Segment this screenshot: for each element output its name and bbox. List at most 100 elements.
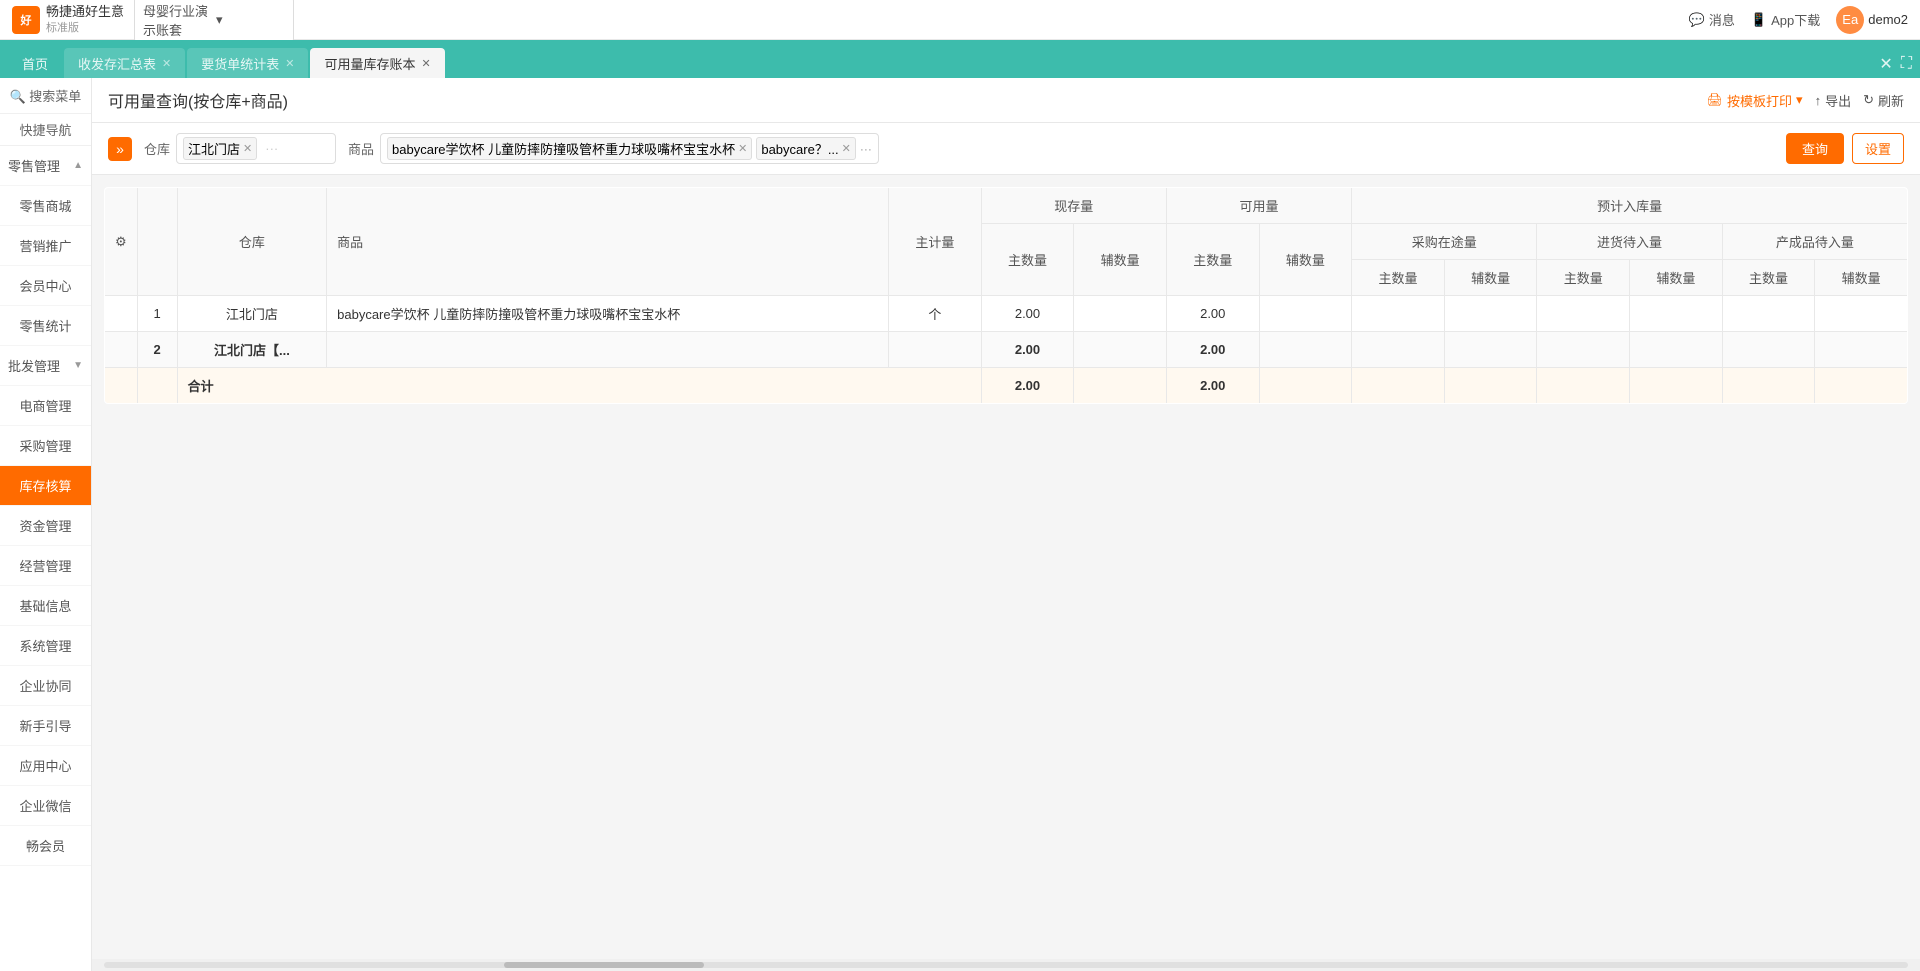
sidebar-item-member[interactable]: 会员中心 <box>0 266 91 306</box>
total-avail-main: 2.00 <box>1166 368 1259 404</box>
subtotal-pur-aux <box>1444 332 1537 368</box>
refresh-icon: ↻ <box>1863 92 1874 108</box>
tab-available-stock-close[interactable]: ✕ <box>422 57 431 70</box>
subtotal-current-main: 2.00 <box>981 332 1074 368</box>
sidebar-item-new-guide[interactable]: 新手引导 <box>0 706 91 746</box>
sidebar-item-system[interactable]: 系统管理 <box>0 626 91 666</box>
sidebar-item-operations[interactable]: 经营管理 <box>0 546 91 586</box>
setting-btn[interactable]: 设置 <box>1852 133 1904 164</box>
th-prod-main: 主数量 <box>1722 260 1815 296</box>
export-icon: ↑ <box>1815 93 1822 108</box>
scrollbar-thumb[interactable] <box>504 962 704 968</box>
th-production: 产成品待入量 <box>1722 224 1907 260</box>
subtotal-current-aux <box>1074 332 1167 368</box>
tab-bar: 首页 收发存汇总表 ✕ 要货单统计表 ✕ 可用量库存账本 ✕ ✕ ⛶ <box>0 40 1920 78</box>
search-icon: 🔍 <box>10 89 26 104</box>
expand-filter-btn[interactable]: » <box>108 137 132 161</box>
sidebar-item-corp-wechat[interactable]: 企业微信 <box>0 786 91 826</box>
sidebar-item-member2[interactable]: 畅会员 <box>0 826 91 866</box>
print-btn[interactable]: 🖨 按模板打印 ▾ <box>1707 91 1803 110</box>
chevron-up-icon: ▲ <box>73 160 83 171</box>
subtotal-warehouse: 江北门店【... <box>177 332 326 368</box>
export-btn[interactable]: ↑ 导出 <box>1815 91 1852 110</box>
print-dropdown-icon: ▾ <box>1796 92 1803 108</box>
tab-income-close[interactable]: ✕ <box>162 57 171 70</box>
row-incoming-aux <box>1630 296 1723 332</box>
sidebar-item-finance[interactable]: 资金管理 <box>0 506 91 546</box>
th-no <box>137 188 177 296</box>
tab-order-stat-close[interactable]: ✕ <box>285 57 294 70</box>
message-btn[interactable]: 💬 消息 <box>1689 10 1735 29</box>
horizontal-scrollbar[interactable] <box>92 959 1920 971</box>
subtotal-row: 2 江北门店【... 2.00 2.00 <box>105 332 1908 368</box>
app-download-btn[interactable]: 📱 App下载 <box>1751 10 1820 29</box>
subtotal-avail-aux <box>1259 332 1352 368</box>
th-prod-aux: 辅数量 <box>1815 260 1908 296</box>
app-icon: 📱 <box>1751 12 1767 28</box>
logo-text: 畅捷通好生意 标准版 <box>46 4 124 35</box>
total-pur-main <box>1352 368 1445 404</box>
product-tag1-close[interactable]: ✕ <box>738 142 747 155</box>
tab-expand-btn[interactable]: ⛶ <box>1901 55 1912 73</box>
inventory-table: ⚙ 仓库 商品 主计量 现存量 可用量 预计入库量 主数量 辅数量 主数量 辅数… <box>104 187 1908 404</box>
sidebar-menu: 零售管理 ▲ 零售商城 营销推广 会员中心 零售统计 批发管理 ▼ 电商管理 <box>0 146 91 866</box>
sidebar-item-app-center[interactable]: 应用中心 <box>0 746 91 786</box>
product-tag-2: babycare？... ✕ <box>756 137 856 160</box>
row-prod-aux <box>1815 296 1908 332</box>
sidebar-quick-nav[interactable]: 快捷导航 <box>0 114 91 146</box>
filter-ellipsis: ··· <box>261 141 282 156</box>
message-icon: 💬 <box>1689 12 1705 28</box>
sidebar-item-retail-stat[interactable]: 零售统计 <box>0 306 91 346</box>
page-header: 可用量查询(按仓库+商品) 🖨 按模板打印 ▾ ↑ 导出 ↻ 刷新 <box>92 78 1920 123</box>
sidebar-item-enterprise[interactable]: 企业协同 <box>0 666 91 706</box>
th-incoming-aux: 辅数量 <box>1630 260 1723 296</box>
subtotal-unit <box>889 332 982 368</box>
total-settings <box>105 368 138 404</box>
product-tag-1: babycare学饮杯 儿童防摔防撞吸管杯重力球吸嘴杯宝宝水杯 ✕ <box>387 137 752 160</box>
top-header: 好 畅捷通好生意 标准版 母婴行业演示账套 ▾ 💬 消息 📱 App下载 Ea … <box>0 0 1920 40</box>
row-product: babycare学饮杯 儿童防摔防撞吸管杯重力球吸嘴杯宝宝水杯 <box>327 296 889 332</box>
th-main-unit: 主计量 <box>889 188 982 296</box>
query-btn[interactable]: 查询 <box>1786 133 1844 164</box>
sidebar-item-ecommerce[interactable]: 电商管理 <box>0 386 91 426</box>
sidebar-item-retail-mall[interactable]: 零售商城 <box>0 186 91 226</box>
sidebar-item-purchase[interactable]: 采购管理 <box>0 426 91 466</box>
scrollbar-track <box>104 962 1908 968</box>
th-warehouse: 仓库 <box>177 188 326 296</box>
sidebar-item-inventory[interactable]: 库存核算 <box>0 466 91 506</box>
logo-area: 好 畅捷通好生意 标准版 <box>12 4 124 35</box>
product-filter-tags[interactable]: babycare学饮杯 儿童防摔防撞吸管杯重力球吸嘴杯宝宝水杯 ✕ babyca… <box>380 133 879 164</box>
store-selector[interactable]: 母婴行业演示账套 ▾ <box>134 0 294 43</box>
sidebar-item-basic[interactable]: 基础信息 <box>0 586 91 626</box>
th-incoming-main: 主数量 <box>1537 260 1630 296</box>
total-prod-main <box>1722 368 1815 404</box>
warehouse-filter-tags[interactable]: 江北门店 ✕ ··· <box>176 133 336 164</box>
row-pur-trans-main <box>1352 296 1445 332</box>
warehouse-filter-group: 仓库 江北门店 ✕ ··· <box>144 133 336 164</box>
total-pur-aux <box>1444 368 1537 404</box>
row-current-main: 2.00 <box>981 296 1074 332</box>
sidebar-item-retail[interactable]: 零售管理 ▲ <box>0 146 91 186</box>
row-avail-aux <box>1259 296 1352 332</box>
total-prod-aux <box>1815 368 1908 404</box>
total-inc-main <box>1537 368 1630 404</box>
sidebar-item-wholesale[interactable]: 批发管理 ▼ <box>0 346 91 386</box>
th-pur-trans-aux: 辅数量 <box>1444 260 1537 296</box>
product-filter-group: 商品 babycare学饮杯 儿童防摔防撞吸管杯重力球吸嘴杯宝宝水杯 ✕ bab… <box>348 133 879 164</box>
tab-order-stat[interactable]: 要货单统计表 ✕ <box>187 48 308 78</box>
refresh-btn[interactable]: ↻ 刷新 <box>1863 91 1904 110</box>
tab-close-all-btn[interactable]: ✕ <box>1879 54 1892 74</box>
product-filter-more: ··· <box>860 142 872 156</box>
warehouse-tag-close[interactable]: ✕ <box>243 142 252 155</box>
product-label: 商品 <box>348 139 374 158</box>
dropdown-icon: ▾ <box>216 12 285 28</box>
sidebar-item-marketing[interactable]: 营销推广 <box>0 226 91 266</box>
th-settings: ⚙ <box>105 188 138 296</box>
tab-home[interactable]: 首页 <box>8 48 62 78</box>
sidebar-search[interactable]: 🔍 搜索菜单 <box>0 78 91 114</box>
th-predicted: 预计入库量 <box>1352 188 1908 224</box>
tab-income[interactable]: 收发存汇总表 ✕ <box>64 48 185 78</box>
user-area[interactable]: Ea demo2 <box>1836 6 1908 34</box>
tab-available-stock[interactable]: 可用量库存账本 ✕ <box>310 48 444 78</box>
product-tag2-close[interactable]: ✕ <box>842 142 851 155</box>
